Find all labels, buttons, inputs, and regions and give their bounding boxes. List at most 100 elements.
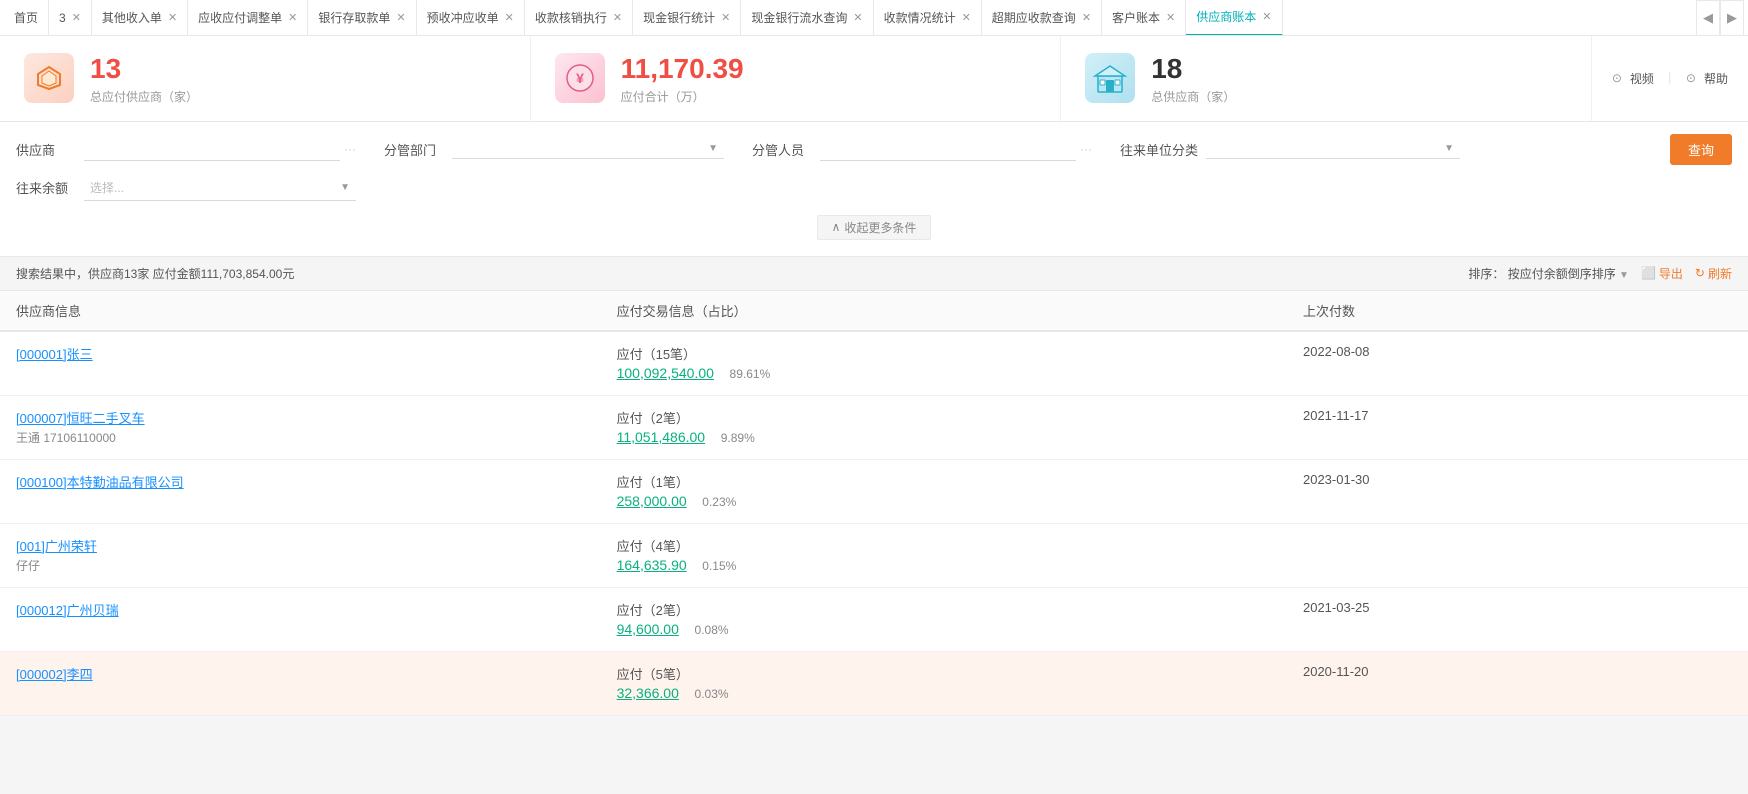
filter-balance: 往来余额 选择... ▼ <box>16 175 356 201</box>
supplier-link[interactable]: [000001]张三 <box>16 344 617 363</box>
close-icon[interactable]: ✕ <box>1166 11 1175 24</box>
table-row: [000100]本特勤油品有限公司 应付（1笔） 258,000.00 0.23… <box>0 460 1748 524</box>
lastpay-cell: 2023-01-30 <box>1303 472 1732 487</box>
transaction-cell: 应付（15笔） 100,092,540.00 89.61% <box>617 344 1303 381</box>
video-link[interactable]: 视频 <box>1630 70 1654 87</box>
table-header: 供应商信息 应付交易信息（占比） 上次付数 <box>0 291 1748 332</box>
supplier-link[interactable]: [001]广州荣轩 <box>16 536 617 555</box>
transaction-amount[interactable]: 258,000.00 <box>617 493 687 509</box>
chevron-up-icon: ∧ <box>832 220 841 234</box>
help-link[interactable]: 帮助 <box>1704 70 1728 87</box>
filter-department: 分管部门 ▼ <box>384 139 724 159</box>
summary-card-payable-total: ¥ 11,170.39 应付合计（万） <box>531 36 1062 121</box>
supplier-dots[interactable]: ··· <box>344 142 356 156</box>
last-pay-date: 2022-08-08 <box>1303 344 1370 359</box>
balance-placeholder: 选择... <box>90 179 124 196</box>
close-icon[interactable]: ✕ <box>396 11 405 24</box>
supplier-cell: [000007]恒旺二手叉车 王通 17106110000 <box>16 408 617 446</box>
nav-tab-collection[interactable]: 收款核销执行 ✕ <box>525 0 633 36</box>
supplier-sub: 王通 17106110000 <box>16 429 617 446</box>
chevron-down-icon3: ▼ <box>340 182 350 193</box>
supplier-link[interactable]: [000012]广州贝瑞 <box>16 600 617 619</box>
person-input[interactable] <box>820 137 1076 161</box>
payable-suppliers-label: 总应付供应商（家） <box>90 88 198 105</box>
close-icon[interactable]: ✕ <box>613 11 622 24</box>
filter-category: 往来单位分类 ▼ <box>1120 139 1460 159</box>
person-label: 分管人员 <box>752 140 812 159</box>
chevron-down-icon2: ▼ <box>1444 143 1454 154</box>
category-label: 往来单位分类 <box>1120 140 1198 159</box>
category-select[interactable]: ▼ <box>1206 139 1460 159</box>
person-dots[interactable]: ··· <box>1080 142 1092 156</box>
transaction-amount[interactable]: 100,092,540.00 <box>617 365 714 381</box>
supplier-link[interactable]: [000007]恒旺二手叉车 <box>16 408 617 427</box>
nav-tab-cash-bank-stats[interactable]: 现金银行统计 ✕ <box>633 0 741 36</box>
nav-next-arrow[interactable]: ▶ <box>1720 0 1744 36</box>
result-actions: 排序： 按应付余额倒序排序 ▼ ⬜ 导出 ↻ 刷新 <box>1468 265 1732 282</box>
close-icon[interactable]: ✕ <box>288 11 297 24</box>
nav-tab-receipt-stats[interactable]: 收款情况统计 ✕ <box>874 0 982 36</box>
department-select[interactable]: ▼ <box>452 139 724 159</box>
nav-tab-adjustment[interactable]: 应收应付调整单 ✕ <box>188 0 308 36</box>
supplier-cell: [000002]李四 <box>16 664 617 683</box>
close-icon[interactable]: ✕ <box>168 11 177 24</box>
transaction-amount[interactable]: 94,600.00 <box>617 621 679 637</box>
payable-total-label: 应付合计（万） <box>621 88 744 105</box>
export-button[interactable]: ⬜ 导出 <box>1641 265 1683 282</box>
close-icon[interactable]: ✕ <box>72 11 81 24</box>
nav-tab-home[interactable]: 首页 <box>4 0 49 36</box>
query-button[interactable]: 查询 <box>1670 134 1732 165</box>
nav-tab-bank-deposit[interactable]: 银行存取款单 ✕ <box>308 0 416 36</box>
table-body: [000001]张三 应付（15笔） 100,092,540.00 89.61%… <box>0 332 1748 716</box>
transaction-cell: 应付（2笔） 94,600.00 0.08% <box>617 600 1303 637</box>
data-table: 供应商信息 应付交易信息（占比） 上次付数 [000001]张三 应付（15笔）… <box>0 291 1748 716</box>
nav-tab-3[interactable]: 3 ✕ <box>49 0 92 36</box>
summary-card-payable-suppliers: 13 总应付供应商（家） <box>0 36 531 121</box>
refresh-icon: ↻ <box>1695 266 1705 280</box>
sort-chevron-icon: ▼ <box>1619 270 1629 281</box>
close-icon[interactable]: ✕ <box>962 11 971 24</box>
transaction-pct: 89.61% <box>730 367 771 381</box>
close-icon[interactable]: ✕ <box>1082 11 1091 24</box>
close-icon[interactable]: ✕ <box>505 11 514 24</box>
vendor-icon <box>24 53 74 103</box>
transaction-pct: 0.23% <box>702 495 736 509</box>
sort-value[interactable]: 按应付余额倒序排序 <box>1508 267 1616 281</box>
last-pay-date: 2021-11-17 <box>1303 408 1369 423</box>
balance-select[interactable]: 选择... ▼ <box>84 175 356 201</box>
supplier-label: 供应商 <box>16 140 76 159</box>
supplier-link[interactable]: [000100]本特勤油品有限公司 <box>16 472 617 491</box>
nav-tab-cash-bank-flow[interactable]: 现金银行流水查询 ✕ <box>741 0 873 36</box>
last-pay-date: 2021-03-25 <box>1303 600 1370 615</box>
nav-tab-customer-account[interactable]: 客户账本 ✕ <box>1102 0 1186 36</box>
nav-tab-prepaid[interactable]: 预收冲应收单 ✕ <box>417 0 525 36</box>
transaction-label: 应付（5笔） <box>617 664 1303 683</box>
supplier-input[interactable] <box>84 137 340 161</box>
nav-prev-arrow[interactable]: ◀ <box>1696 0 1720 36</box>
transaction-amount[interactable]: 32,366.00 <box>617 685 679 701</box>
summary-card-total-suppliers: 18 总供应商（家） <box>1061 36 1592 121</box>
transaction-amount[interactable]: 11,051,486.00 <box>617 429 706 445</box>
transaction-pct: 0.08% <box>695 623 729 637</box>
supplier-link[interactable]: [000002]李四 <box>16 664 617 683</box>
store-icon <box>1085 53 1135 103</box>
filter-row-2: 往来余额 选择... ▼ <box>16 175 1732 201</box>
transaction-amount[interactable]: 164,635.90 <box>617 557 687 573</box>
close-icon[interactable]: ✕ <box>721 11 730 24</box>
transaction-pct: 0.15% <box>702 559 736 573</box>
balance-label: 往来余额 <box>16 178 76 197</box>
close-icon[interactable]: ✕ <box>853 11 862 24</box>
last-pay-date: 2023-01-30 <box>1303 472 1370 487</box>
collapse-button[interactable]: ∧ 收起更多条件 <box>817 215 932 240</box>
last-pay-date: 2020-11-20 <box>1303 664 1369 679</box>
transaction-pct: 0.03% <box>695 687 729 701</box>
table-row: [000007]恒旺二手叉车 王通 17106110000 应付（2笔） 11,… <box>0 396 1748 460</box>
transaction-cell: 应付（1笔） 258,000.00 0.23% <box>617 472 1303 509</box>
refresh-button[interactable]: ↻ 刷新 <box>1695 265 1732 282</box>
supplier-cell: [000012]广州贝瑞 <box>16 600 617 619</box>
nav-tab-supplier-account[interactable]: 供应商账本 ✕ <box>1186 0 1282 36</box>
nav-tab-other-income[interactable]: 其他收入单 ✕ <box>92 0 188 36</box>
nav-tab-overdue-query[interactable]: 超期应收款查询 ✕ <box>982 0 1102 36</box>
result-info-bar: 搜索结果中，供应商13家 应付金额111,703,854.00元 排序： 按应付… <box>0 257 1748 291</box>
close-icon[interactable]: ✕ <box>1262 10 1271 23</box>
